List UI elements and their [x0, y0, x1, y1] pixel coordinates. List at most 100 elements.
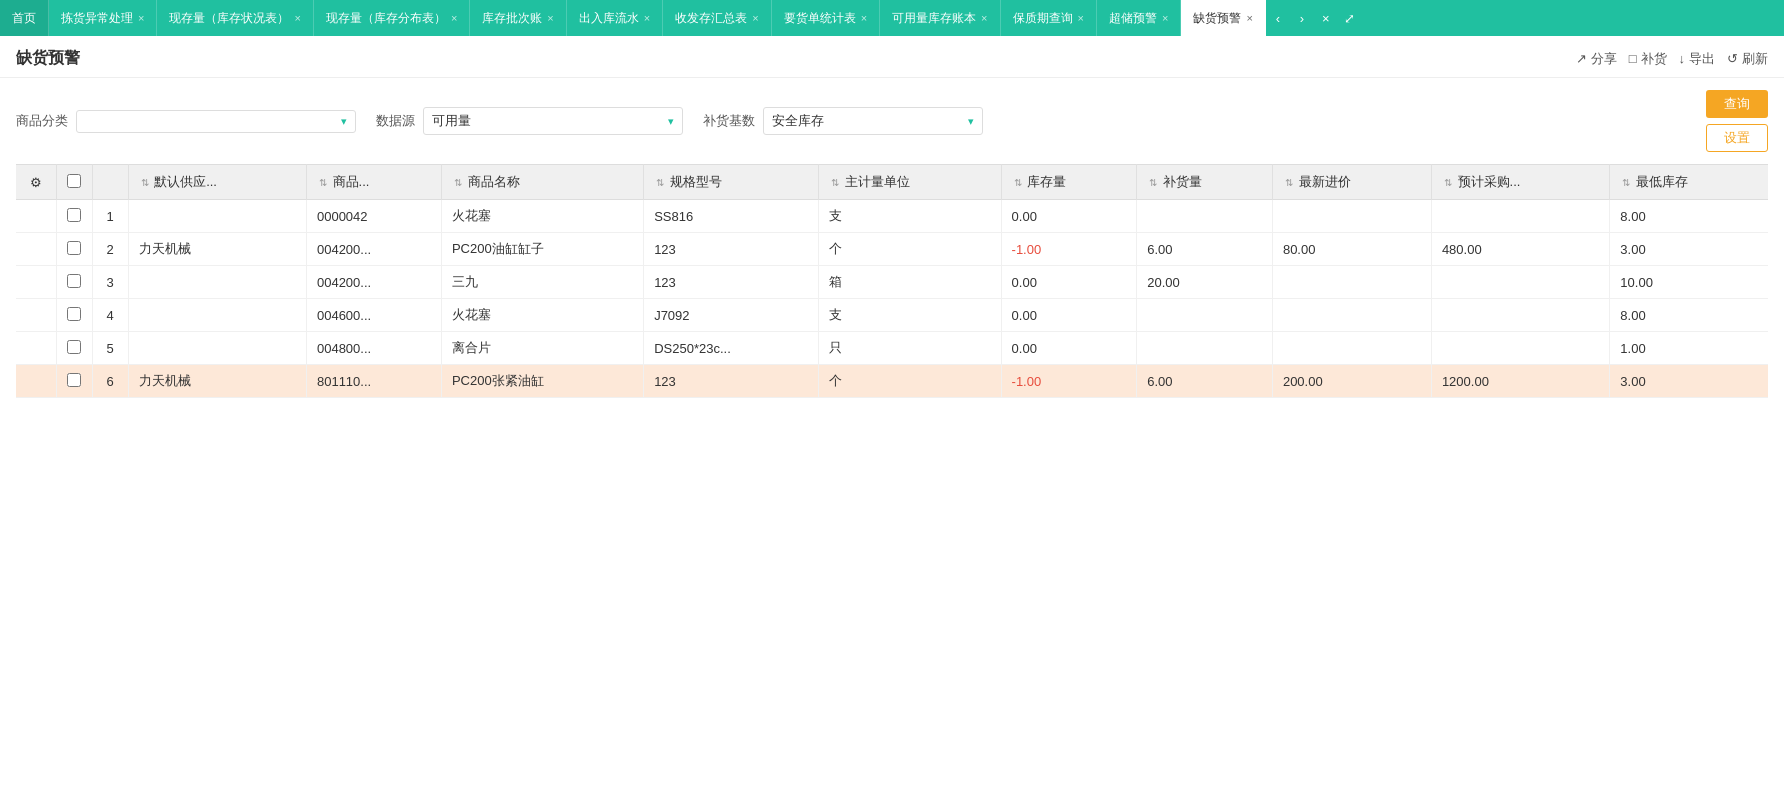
- tab-home[interactable]: 首页: [0, 0, 49, 36]
- tab-2[interactable]: 现存量（库存状况表） ×: [157, 0, 313, 36]
- col-header-spec[interactable]: ⇅ 规格型号: [644, 165, 819, 200]
- category-arrow-icon: ▾: [341, 115, 347, 128]
- tab-close-7[interactable]: ×: [861, 12, 867, 24]
- replenish-btn[interactable]: □ 补货: [1629, 50, 1667, 68]
- select-all-checkbox[interactable]: [67, 174, 81, 188]
- row-select-5[interactable]: [67, 373, 81, 387]
- tab-close-all-btn[interactable]: ×: [1314, 0, 1338, 36]
- row-gear-5: [16, 365, 56, 398]
- query-button[interactable]: 查询: [1706, 90, 1768, 118]
- tab-close-6[interactable]: ×: [752, 12, 758, 24]
- row-select-4[interactable]: [67, 340, 81, 354]
- row-estimated-5: 1200.00: [1431, 365, 1609, 398]
- tab-close-5[interactable]: ×: [644, 12, 650, 24]
- table-row: 4 004600... 火花塞 J7092 支 0.00 8.00: [16, 299, 1768, 332]
- row-select-1[interactable]: [67, 241, 81, 255]
- sort-icon: ⇅: [1622, 177, 1632, 188]
- refresh-btn[interactable]: ↺ 刷新: [1727, 50, 1768, 68]
- col-header-stock[interactable]: ⇅ 库存量: [1001, 165, 1137, 200]
- tab-close-2[interactable]: ×: [294, 12, 300, 24]
- data-table: ⚙ ⇅ 默认供应... ⇅ 商品...: [16, 164, 1768, 398]
- col-header-latest-price[interactable]: ⇅ 最新进价: [1272, 165, 1431, 200]
- col-header-replenish-qty[interactable]: ⇅ 补货量: [1137, 165, 1273, 200]
- row-checkbox-0[interactable]: [56, 200, 92, 233]
- tab-3[interactable]: 现存量（库存分布表） ×: [314, 0, 470, 36]
- tab-9[interactable]: 保质期查询 ×: [1001, 0, 1097, 36]
- tab-close-11[interactable]: ×: [1246, 12, 1252, 24]
- tab-6[interactable]: 收发存汇总表 ×: [663, 0, 771, 36]
- row-latest-price-4: [1272, 332, 1431, 365]
- col-header-estimated-purchase[interactable]: ⇅ 预计采购...: [1431, 165, 1609, 200]
- tab-next-btn[interactable]: ›: [1290, 0, 1314, 36]
- row-unit-0: 支: [819, 200, 1001, 233]
- row-name-2: 三九: [441, 266, 643, 299]
- tab-close-4[interactable]: ×: [547, 12, 553, 24]
- row-select-0[interactable]: [67, 208, 81, 222]
- tab-11[interactable]: 缺货预警 ×: [1181, 0, 1265, 36]
- col-header-checkbox[interactable]: [56, 165, 92, 200]
- row-checkbox-1[interactable]: [56, 233, 92, 266]
- tab-prev-btn[interactable]: ‹: [1266, 0, 1290, 36]
- row-latest-price-1: 80.00: [1272, 233, 1431, 266]
- row-gear-2: [16, 266, 56, 299]
- category-select[interactable]: ▾: [76, 110, 356, 133]
- row-select-3[interactable]: [67, 307, 81, 321]
- row-stock-0: 0.00: [1001, 200, 1137, 233]
- row-checkbox-3[interactable]: [56, 299, 92, 332]
- replenish-select[interactable]: 安全库存 ▾: [763, 107, 983, 135]
- col-header-product-code[interactable]: ⇅ 商品...: [306, 165, 441, 200]
- row-unit-1: 个: [819, 233, 1001, 266]
- table-body: 1 0000042 火花塞 SS816 支 0.00 8.00 2 力天机械 0…: [16, 200, 1768, 398]
- row-min-stock-3: 8.00: [1610, 299, 1768, 332]
- row-supplier-2: [128, 266, 306, 299]
- col-header-gear[interactable]: ⚙: [16, 165, 56, 200]
- row-latest-price-3: [1272, 299, 1431, 332]
- row-replenish-5: 6.00: [1137, 365, 1273, 398]
- replenish-icon: □: [1629, 51, 1637, 66]
- sort-icon: ⇅: [141, 177, 151, 188]
- tab-expand-btn[interactable]: ⤢: [1338, 0, 1362, 36]
- row-spec-5: 123: [644, 365, 819, 398]
- share-btn[interactable]: ↗ 分享: [1576, 50, 1617, 68]
- tab-close-10[interactable]: ×: [1162, 12, 1168, 24]
- datasource-value: 可用量: [432, 112, 471, 130]
- tab-1[interactable]: 拣货异常处理 ×: [49, 0, 157, 36]
- row-num-0: 1: [92, 200, 128, 233]
- row-supplier-4: [128, 332, 306, 365]
- row-name-5: PC200张紧油缸: [441, 365, 643, 398]
- row-checkbox-4[interactable]: [56, 332, 92, 365]
- col-header-num: [92, 165, 128, 200]
- col-header-product-name[interactable]: ⇅ 商品名称: [441, 165, 643, 200]
- row-code-1: 004200...: [306, 233, 441, 266]
- col-header-unit[interactable]: ⇅ 主计量单位: [819, 165, 1001, 200]
- tab-10[interactable]: 超储预警 ×: [1097, 0, 1181, 36]
- tab-close-8[interactable]: ×: [981, 12, 987, 24]
- settings-button[interactable]: 设置: [1706, 124, 1768, 152]
- row-num-3: 4: [92, 299, 128, 332]
- tab-5[interactable]: 出入库流水 ×: [567, 0, 663, 36]
- row-estimated-4: [1431, 332, 1609, 365]
- row-checkbox-5[interactable]: [56, 365, 92, 398]
- row-spec-4: DS250*23c...: [644, 332, 819, 365]
- tab-8[interactable]: 可用量库存账本 ×: [880, 0, 1000, 36]
- export-btn[interactable]: ↓ 导出: [1679, 50, 1716, 68]
- tab-close-3[interactable]: ×: [451, 12, 457, 24]
- row-select-2[interactable]: [67, 274, 81, 288]
- table-wrapper: ⚙ ⇅ 默认供应... ⇅ 商品...: [0, 164, 1784, 398]
- tab-7[interactable]: 要货单统计表 ×: [772, 0, 880, 36]
- col-header-min-stock[interactable]: ⇅ 最低库存: [1610, 165, 1768, 200]
- replenish-value: 安全库存: [772, 112, 824, 130]
- datasource-arrow-icon: ▾: [668, 115, 674, 128]
- replenish-label: 补货基数: [703, 112, 755, 130]
- row-min-stock-5: 3.00: [1610, 365, 1768, 398]
- sort-icon: ⇅: [1149, 177, 1159, 188]
- col-header-supplier[interactable]: ⇅ 默认供应...: [128, 165, 306, 200]
- datasource-select[interactable]: 可用量 ▾: [423, 107, 683, 135]
- row-checkbox-2[interactable]: [56, 266, 92, 299]
- tab-close-9[interactable]: ×: [1078, 12, 1084, 24]
- tab-close-1[interactable]: ×: [138, 12, 144, 24]
- row-code-0: 0000042: [306, 200, 441, 233]
- tab-4[interactable]: 库存批次账 ×: [470, 0, 566, 36]
- row-replenish-1: 6.00: [1137, 233, 1273, 266]
- page-header: 缺货预警 ↗ 分享 □ 补货 ↓ 导出 ↺ 刷新: [0, 36, 1784, 78]
